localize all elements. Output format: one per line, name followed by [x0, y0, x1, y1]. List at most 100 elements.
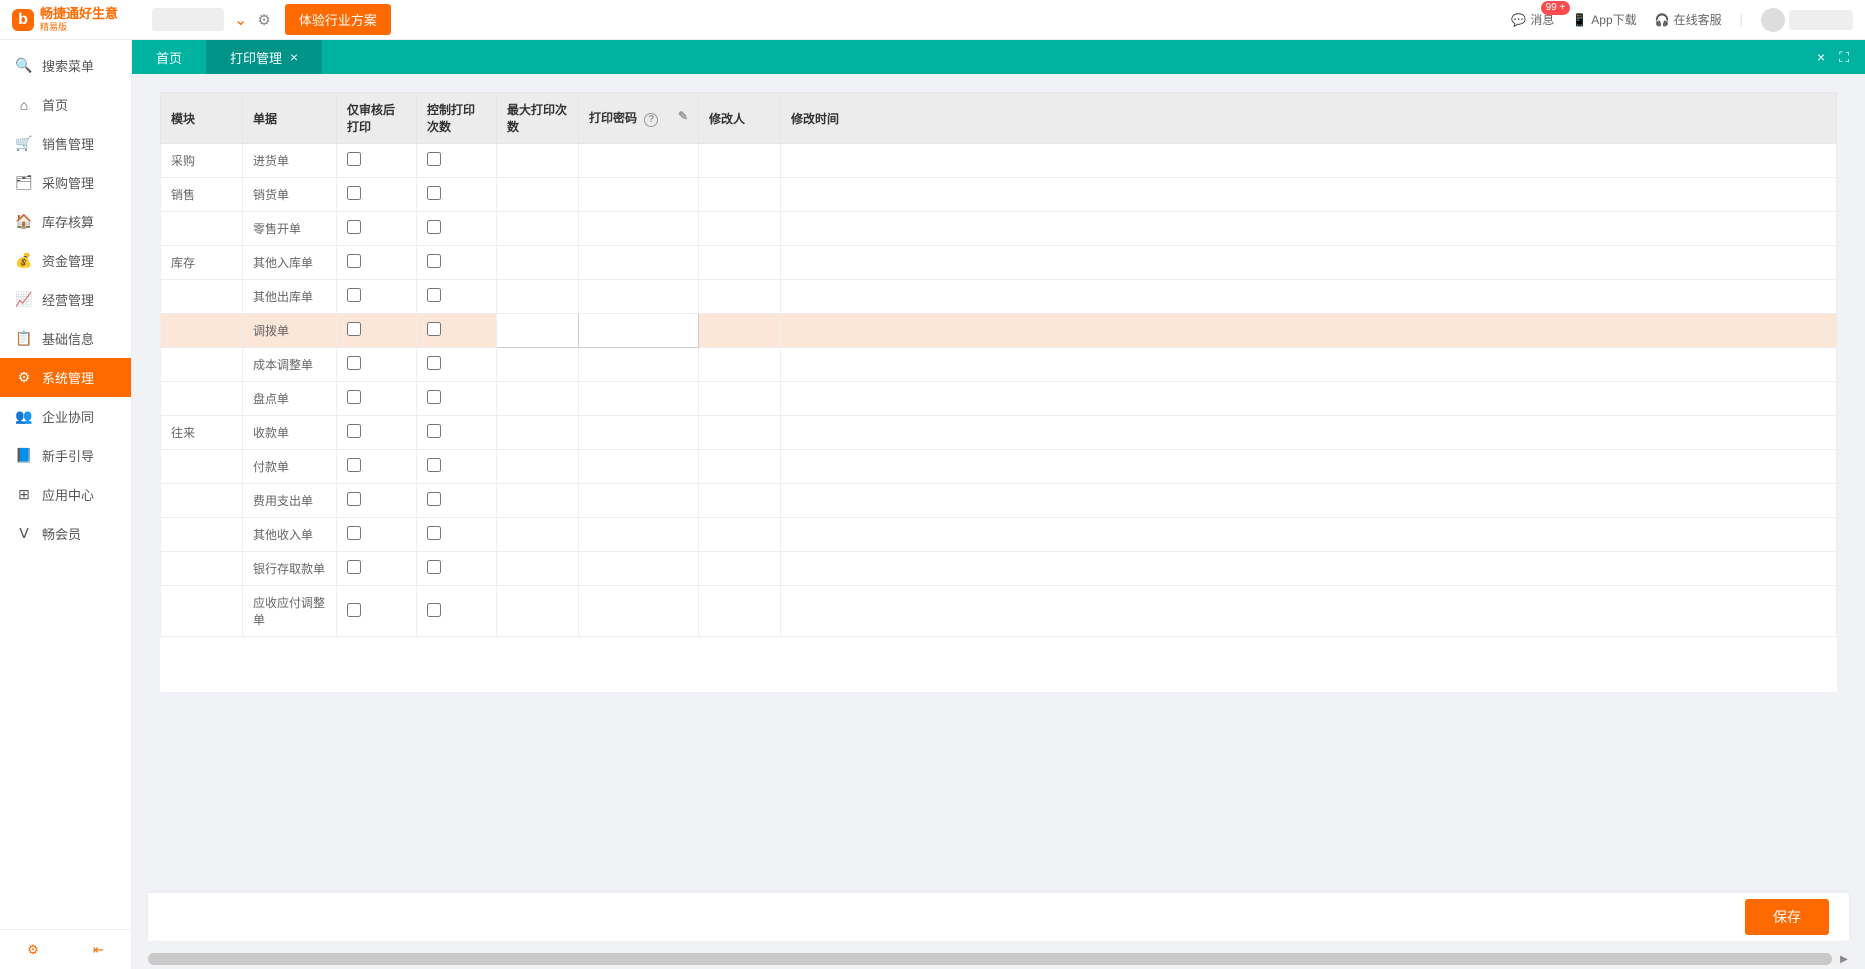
cell-module [161, 586, 243, 637]
audit-only-checkbox[interactable] [347, 603, 361, 617]
nav-basic[interactable]: 📋基础信息 [0, 319, 131, 358]
audit-only-checkbox[interactable] [347, 322, 361, 336]
table-row[interactable]: 销售销货单 [161, 178, 1837, 212]
nav-collab[interactable]: 👥企业协同 [0, 397, 131, 436]
table-row[interactable]: 其他出库单 [161, 280, 1837, 314]
cell-document: 应收应付调整单 [243, 586, 337, 637]
limit-count-checkbox[interactable] [427, 526, 441, 540]
nav-inventory[interactable]: 🏠库存核算 [0, 202, 131, 241]
nav-search[interactable]: 🔍搜索菜单 [0, 46, 131, 85]
audit-only-checkbox[interactable] [347, 254, 361, 268]
cell-audit-only [337, 518, 417, 552]
table-row[interactable]: 往来收款单 [161, 416, 1837, 450]
scroll-right-icon[interactable]: ▶ [1837, 953, 1851, 965]
help-icon[interactable]: ? [644, 113, 658, 127]
user-menu[interactable] [1761, 8, 1853, 32]
th-audit-only: 仅审核后打印 [337, 93, 417, 144]
limit-count-checkbox[interactable] [427, 152, 441, 166]
limit-count-checkbox[interactable] [427, 492, 441, 506]
th-password: 打印密码 ? ✎ [579, 93, 699, 144]
th-password-label: 打印密码 [589, 111, 637, 125]
audit-only-checkbox[interactable] [347, 288, 361, 302]
nav-guide[interactable]: 📘新手引导 [0, 436, 131, 475]
limit-count-checkbox[interactable] [427, 560, 441, 574]
cell-max-count [497, 586, 579, 637]
limit-count-checkbox[interactable] [427, 220, 441, 234]
cell-max-count [497, 518, 579, 552]
audit-only-checkbox[interactable] [347, 560, 361, 574]
table-row[interactable]: 其他收入单 [161, 518, 1837, 552]
gear-icon[interactable]: ⚙ [257, 11, 270, 29]
save-button[interactable]: 保存 [1745, 899, 1829, 935]
nav-sales[interactable]: 🛒销售管理 [0, 124, 131, 163]
collapse-icon[interactable]: ⇤ [93, 942, 104, 958]
app-download-button[interactable]: 📱 App下载 [1572, 11, 1636, 28]
limit-count-checkbox[interactable] [427, 390, 441, 404]
audit-only-checkbox[interactable] [347, 526, 361, 540]
close-all-icon[interactable]: × [1817, 49, 1825, 65]
online-service-button[interactable]: 🎧 在线客服 [1655, 11, 1722, 28]
avatar [1761, 8, 1785, 32]
nav-vip[interactable]: Ⅴ畅会员 [0, 514, 131, 553]
limit-count-checkbox[interactable] [427, 424, 441, 438]
limit-count-checkbox[interactable] [427, 186, 441, 200]
limit-count-checkbox[interactable] [427, 254, 441, 268]
table-row[interactable]: 调拨单 [161, 314, 1837, 348]
audit-only-checkbox[interactable] [347, 152, 361, 166]
cell-password[interactable] [579, 314, 699, 348]
fullscreen-icon[interactable]: ⛶ [1839, 49, 1849, 66]
horizontal-scrollbar[interactable]: ◀ ▶ [148, 953, 1849, 965]
table-row[interactable]: 零售开单 [161, 212, 1837, 246]
nav-biz[interactable]: 📈经营管理 [0, 280, 131, 319]
nav-system-label: 系统管理 [42, 368, 94, 387]
tab-home[interactable]: 首页 [132, 40, 206, 74]
edit-icon[interactable]: ✎ [678, 109, 688, 123]
settings-icon[interactable]: ⚙ [27, 942, 39, 958]
audit-only-checkbox[interactable] [347, 186, 361, 200]
audit-only-checkbox[interactable] [347, 424, 361, 438]
industry-plan-button[interactable]: 体验行业方案 [285, 4, 391, 35]
cell-audit-only [337, 450, 417, 484]
cell-password [579, 484, 699, 518]
audit-only-checkbox[interactable] [347, 458, 361, 472]
sidebar: 🔍搜索菜单⌂首页🛒销售管理🗂采购管理🏠库存核算💰资金管理📈经营管理📋基础信息⚙系… [0, 40, 132, 969]
audit-only-checkbox[interactable] [347, 492, 361, 506]
cell-limit-count [417, 314, 497, 348]
limit-count-checkbox[interactable] [427, 603, 441, 617]
cell-max-count[interactable] [497, 314, 579, 348]
table-row[interactable]: 盘点单 [161, 382, 1837, 416]
cell-document: 零售开单 [243, 212, 337, 246]
table-row[interactable]: 应收应付调整单 [161, 586, 1837, 637]
nav-apps[interactable]: ⊞应用中心 [0, 475, 131, 514]
headset-icon: 🎧 [1655, 13, 1670, 27]
cell-module [161, 280, 243, 314]
table-row[interactable]: 采购进货单 [161, 144, 1837, 178]
nav-home[interactable]: ⌂首页 [0, 85, 131, 124]
scrollbar-thumb[interactable] [148, 953, 1832, 965]
nav-system[interactable]: ⚙系统管理 [0, 358, 131, 397]
nav-finance[interactable]: 💰资金管理 [0, 241, 131, 280]
limit-count-checkbox[interactable] [427, 356, 441, 370]
audit-only-checkbox[interactable] [347, 356, 361, 370]
messages-button[interactable]: 💬 消息 99 + [1511, 11, 1554, 28]
main: 首页 打印管理 × × ⛶ [132, 40, 1865, 969]
nav-purchase[interactable]: 🗂采购管理 [0, 163, 131, 202]
cell-modifier [699, 348, 781, 382]
table-row[interactable]: 付款单 [161, 450, 1837, 484]
cell-modifier [699, 144, 781, 178]
table-row[interactable]: 成本调整单 [161, 348, 1837, 382]
close-icon[interactable]: × [290, 49, 298, 65]
audit-only-checkbox[interactable] [347, 390, 361, 404]
table-row[interactable]: 库存其他入库单 [161, 246, 1837, 280]
table-row[interactable]: 费用支出单 [161, 484, 1837, 518]
logo[interactable]: b 畅捷通好生意 精易版 [12, 7, 132, 33]
audit-only-checkbox[interactable] [347, 220, 361, 234]
cell-audit-only [337, 314, 417, 348]
org-selector[interactable]: ⌄ ⚙ [152, 8, 271, 31]
limit-count-checkbox[interactable] [427, 288, 441, 302]
limit-count-checkbox[interactable] [427, 458, 441, 472]
limit-count-checkbox[interactable] [427, 322, 441, 336]
table-row[interactable]: 银行存取款单 [161, 552, 1837, 586]
cell-audit-only [337, 382, 417, 416]
tab-print-management[interactable]: 打印管理 × [206, 40, 322, 74]
